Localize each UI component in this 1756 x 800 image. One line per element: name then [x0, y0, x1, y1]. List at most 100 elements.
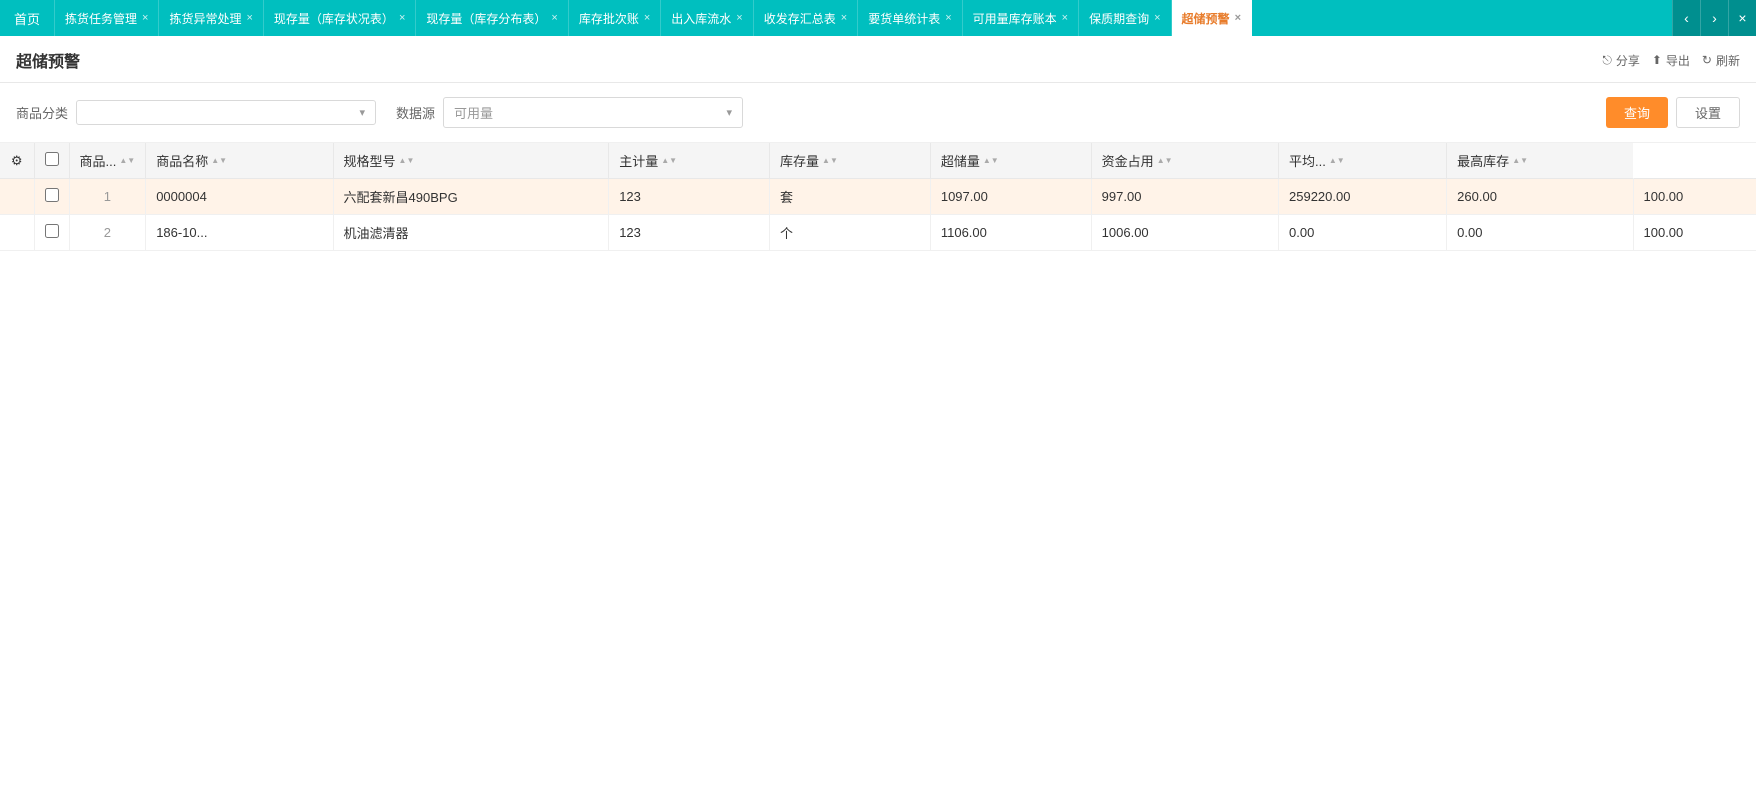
tab-close-1[interactable]: × — [142, 12, 148, 24]
chevron-down-icon: ▾ — [359, 106, 365, 119]
row-gear-cell — [0, 215, 34, 251]
row-unit: 个 — [770, 215, 931, 251]
share-icon: ⎋ — [1602, 53, 1612, 68]
table-row: 1 0000004 六配套新昌490BPG 123 套 1097.00 997.… — [0, 179, 1756, 215]
th-spec[interactable]: 规格型号 ▲▼ — [333, 143, 609, 179]
export-icon: ⬆ — [1652, 53, 1662, 67]
page-title: 超储预警 — [16, 48, 80, 72]
export-button[interactable]: ⬆ 导出 — [1652, 52, 1690, 69]
row-spec: 123 — [609, 179, 770, 215]
datasource-select-value: 可用量 — [454, 103, 493, 122]
nav-arrow-close[interactable]: × — [1728, 0, 1756, 36]
tab-close-9[interactable]: × — [1062, 12, 1068, 24]
row-max-stock: 100.00 — [1633, 179, 1756, 215]
sort-icon-spec: ▲▼ — [399, 156, 415, 165]
gear-icon: ⚙ — [11, 153, 23, 168]
sort-icon-stock: ▲▼ — [822, 156, 838, 165]
th-product-code[interactable]: 商品... ▲▼ — [69, 143, 146, 179]
nav-tab-6[interactable]: 出入库流水 × — [661, 0, 753, 36]
tab-close-4[interactable]: × — [551, 12, 557, 24]
category-label: 商品分类 — [16, 103, 68, 122]
th-product-name[interactable]: 商品名称 ▲▼ — [146, 143, 333, 179]
datasource-select[interactable]: 可用量 ▾ — [443, 97, 743, 128]
th-overflow[interactable]: 超储量 ▲▼ — [930, 143, 1091, 179]
nav-tab-8[interactable]: 要货单统计表 × — [858, 0, 962, 36]
row-stock: 1097.00 — [930, 179, 1091, 215]
row-unit: 套 — [770, 179, 931, 215]
filter-area: 商品分类 ▾ 数据源 可用量 ▾ 查询 设置 — [0, 83, 1756, 143]
page-header: 超储预警 ⎋ 分享 ⬆ 导出 ↻ 刷新 — [0, 36, 1756, 83]
tab-close-3[interactable]: × — [399, 12, 405, 24]
nav-arrow-left[interactable]: ‹ — [1672, 0, 1700, 36]
header-actions: ⎋ 分享 ⬆ 导出 ↻ 刷新 — [1602, 52, 1740, 69]
row-capital: 259220.00 — [1279, 179, 1447, 215]
row-overflow: 997.00 — [1091, 179, 1278, 215]
nav-tab-3[interactable]: 现存量（库存状况表） × — [264, 0, 416, 36]
nav-tab-1[interactable]: 拣货任务管理 × — [55, 0, 159, 36]
nav-tab-9[interactable]: 可用量库存账本 × — [963, 0, 1079, 36]
row-product-name: 机油滤清器 — [333, 215, 609, 251]
th-stock[interactable]: 库存量 ▲▼ — [770, 143, 931, 179]
datasource-chevron-icon: ▾ — [727, 106, 733, 119]
table-header-row: ⚙ 商品... ▲▼ 商品名称 ▲▼ — [0, 143, 1756, 179]
row-checkbox-1[interactable] — [45, 224, 59, 238]
row-max-stock: 100.00 — [1633, 215, 1756, 251]
sort-icon-avg: ▲▼ — [1329, 156, 1345, 165]
tab-close-8[interactable]: × — [945, 12, 951, 24]
row-checkbox-0[interactable] — [45, 188, 59, 202]
nav-tab-5[interactable]: 库存批次账 × — [569, 0, 661, 36]
sort-icon-capital: ▲▼ — [1157, 156, 1173, 165]
query-button[interactable]: 查询 — [1606, 97, 1668, 128]
sort-icon-product-name: ▲▼ — [211, 156, 227, 165]
th-checkbox — [34, 143, 69, 179]
datasource-label: 数据源 — [396, 103, 435, 122]
select-all-checkbox[interactable] — [45, 152, 59, 166]
tab-close-11[interactable]: × — [1235, 12, 1241, 24]
tab-close-7[interactable]: × — [841, 12, 847, 24]
sort-icon-unit: ▲▼ — [661, 156, 677, 165]
row-product-code: 0000004 — [146, 179, 333, 215]
refresh-button[interactable]: ↻ 刷新 — [1702, 52, 1740, 69]
nav-tab-7[interactable]: 收发存汇总表 × — [754, 0, 858, 36]
row-checkbox-cell — [34, 179, 69, 215]
row-gear-cell — [0, 179, 34, 215]
nav-tab-4[interactable]: 现存量（库存分布表） × — [416, 0, 568, 36]
share-button[interactable]: ⎋ 分享 — [1602, 52, 1640, 69]
filter-actions: 查询 设置 — [1606, 97, 1740, 128]
category-select[interactable]: ▾ — [76, 100, 376, 125]
th-max-stock[interactable]: 最高库存 ▲▼ — [1447, 143, 1633, 179]
table-body: 1 0000004 六配套新昌490BPG 123 套 1097.00 997.… — [0, 179, 1756, 251]
row-product-name: 六配套新昌490BPG — [333, 179, 609, 215]
row-checkbox-cell — [34, 215, 69, 251]
sort-icon-overflow: ▲▼ — [983, 156, 999, 165]
tab-close-2[interactable]: × — [246, 12, 252, 24]
tab-close-10[interactable]: × — [1154, 12, 1160, 24]
filter-category: 商品分类 ▾ — [16, 100, 376, 125]
nav-tab-11-active[interactable]: 超储预警 × — [1172, 0, 1252, 36]
row-number: 1 — [69, 179, 146, 215]
tab-close-6[interactable]: × — [736, 12, 742, 24]
th-gear[interactable]: ⚙ — [0, 143, 34, 179]
nav-tab-10[interactable]: 保质期查询 × — [1079, 0, 1171, 36]
nav-arrow-right[interactable]: › — [1700, 0, 1728, 36]
page-container: 超储预警 ⎋ 分享 ⬆ 导出 ↻ 刷新 商品分类 ▾ 数据源 — [0, 36, 1756, 800]
row-stock: 1106.00 — [930, 215, 1091, 251]
table-container: ⚙ 商品... ▲▼ 商品名称 ▲▼ — [0, 143, 1756, 251]
nav-tab-2[interactable]: 拣货异常处理 × — [159, 0, 263, 36]
filter-datasource: 数据源 可用量 ▾ — [396, 97, 743, 128]
settings-button[interactable]: 设置 — [1676, 97, 1740, 128]
tab-close-5[interactable]: × — [644, 12, 650, 24]
table-row: 2 186-10... 机油滤清器 123 个 1106.00 1006.00 … — [0, 215, 1756, 251]
th-unit[interactable]: 主计量 ▲▼ — [609, 143, 770, 179]
data-table: ⚙ 商品... ▲▼ 商品名称 ▲▼ — [0, 143, 1756, 251]
row-product-code: 186-10... — [146, 215, 333, 251]
nav-home[interactable]: 首页 — [0, 0, 55, 36]
row-avg: 0.00 — [1447, 215, 1633, 251]
th-capital[interactable]: 资金占用 ▲▼ — [1091, 143, 1278, 179]
row-spec: 123 — [609, 215, 770, 251]
nav-arrows: ‹ › × — [1672, 0, 1756, 36]
th-avg[interactable]: 平均... ▲▼ — [1279, 143, 1447, 179]
row-number: 2 — [69, 215, 146, 251]
row-overflow: 1006.00 — [1091, 215, 1278, 251]
row-avg: 260.00 — [1447, 179, 1633, 215]
